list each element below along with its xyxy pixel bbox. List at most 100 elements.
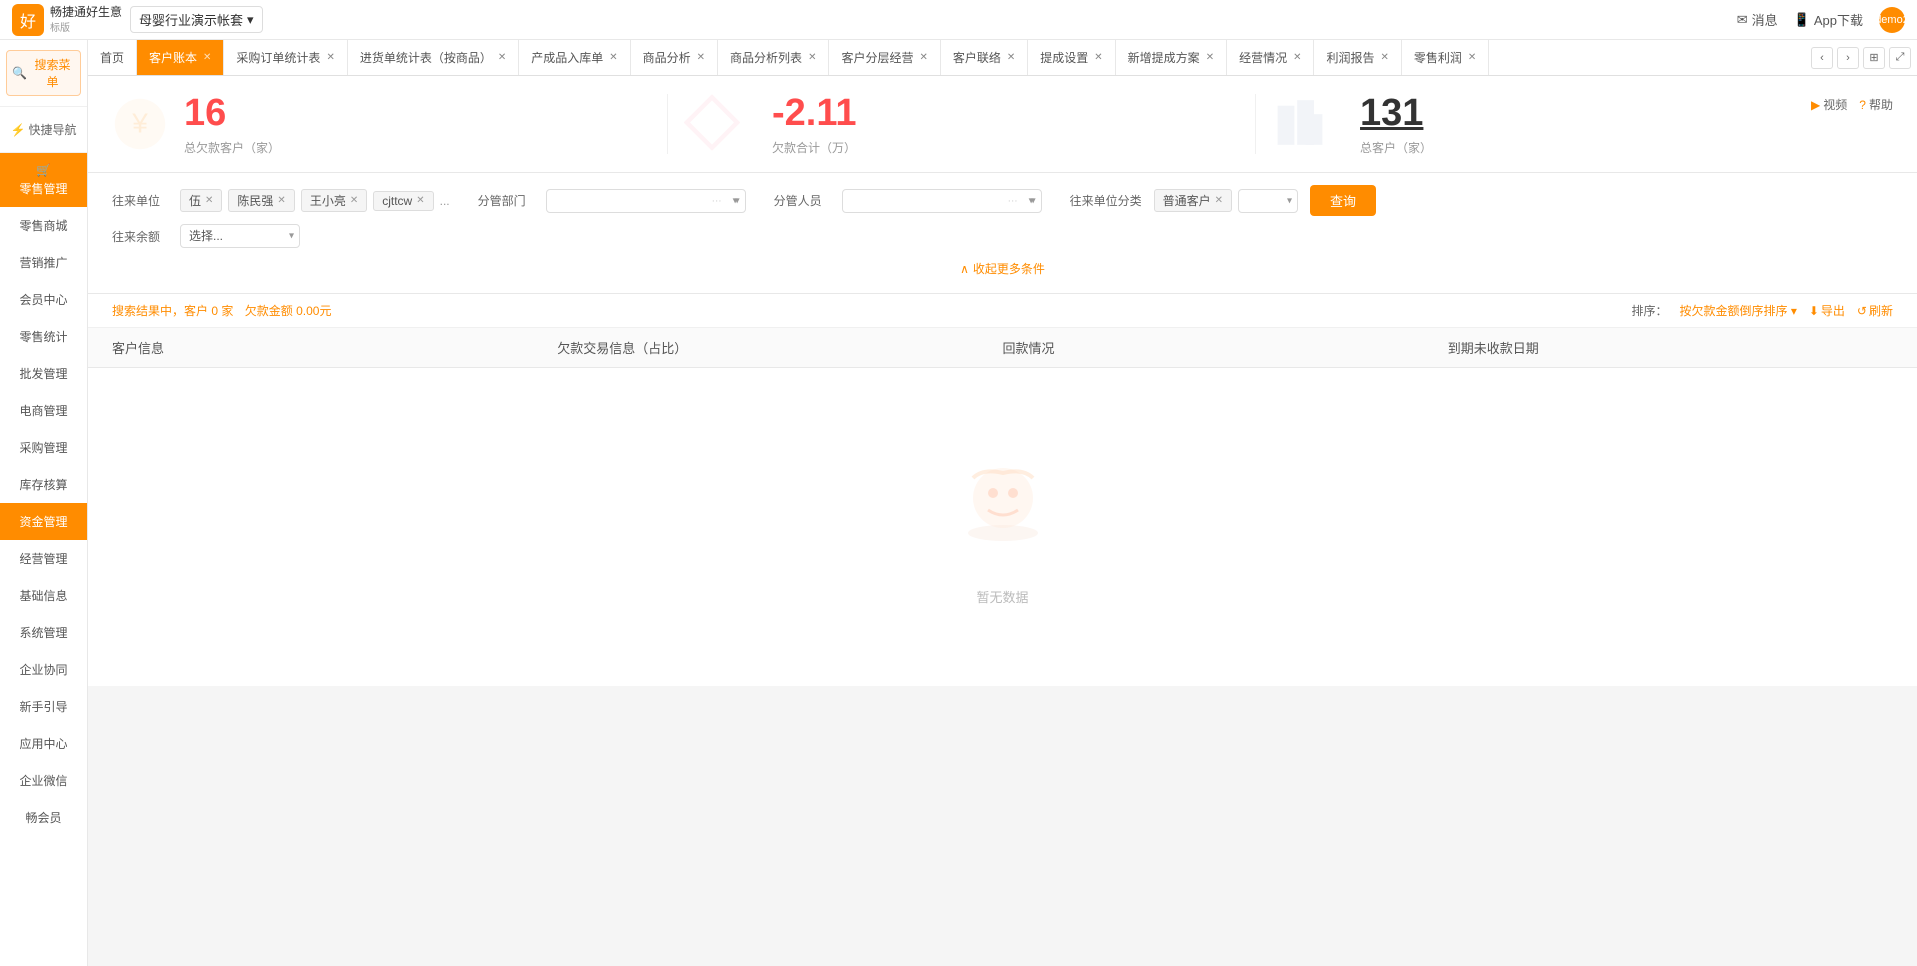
col-due-date: 到期未收款日期 [1448,338,1893,357]
stat3-value: 131 [1360,92,1432,135]
sidebar-item-retail-mgmt[interactable]: 🛒 零售管理 [0,153,87,207]
tab-product-analysis-list[interactable]: 商品分析列表 ✕ [718,40,829,76]
message-icon: ✉ [1737,12,1748,28]
tab-prev-btn[interactable]: ‹ [1811,47,1833,69]
dept-input[interactable] [546,189,746,213]
tab-production-inbound[interactable]: 产成品入库单 ✕ [519,40,630,76]
tab-close-analysis[interactable]: ✕ [697,52,705,63]
quick-nav-item[interactable]: ⚡ 快捷导航 [0,113,87,146]
tab-customer-segment[interactable]: 客户分层经营 ✕ [829,40,940,76]
sidebar-item-app-center[interactable]: 应用中心 [0,725,87,762]
content-area: 首页 客户账本 ✕ 采购订单统计表 ✕ 进货单统计表（按商品） ✕ 产成品入库单… [88,40,1917,966]
sidebar-item-purchase-mgmt[interactable]: 采购管理 [0,429,87,466]
logo-area: 好 畅捷通好生意 标版 [12,4,122,36]
filter-row-1: 往来单位 伍 ✕ 陈民强 ✕ 王小亮 ✕ [112,185,1893,216]
tab-customer-book[interactable]: 客户账本 ✕ [137,40,224,76]
tab-close-reminder[interactable]: ✕ [1094,52,1102,63]
stat1-bg-icon: ¥ [112,96,168,152]
tab-close-production[interactable]: ✕ [609,52,617,63]
filter-tag-wu: 伍 ✕ [180,189,222,212]
tag-close-wu[interactable]: ✕ [205,195,213,206]
tag-close-cjttcw[interactable]: ✕ [416,195,424,206]
tab-close-profit[interactable]: ✕ [1381,52,1389,63]
tab-product-analysis[interactable]: 商品分析 ✕ [631,40,718,76]
filter-tags: 伍 ✕ 陈民强 ✕ 王小亮 ✕ cjttcw ✕ [180,189,450,212]
quick-nav-icon: ⚡ [11,123,26,137]
col-customer-info: 客户信息 [112,338,557,357]
tab-close-analysis-list[interactable]: ✕ [808,52,816,63]
sidebar-item-vip-member[interactable]: 畅会员 [0,799,87,836]
logo-text: 畅捷通好生意 [50,5,122,19]
tab-close-contact[interactable]: ✕ [1007,52,1015,63]
sidebar-item-enterprise-wx[interactable]: 企业微信 [0,762,87,799]
stat1-label: 总欠款客户（家） [184,139,280,156]
sidebar-item-ops-mgmt[interactable]: 经营管理 [0,540,87,577]
tab-new-reminder[interactable]: 新增提成方案 ✕ [1116,40,1227,76]
tab-close-purchase[interactable]: ✕ [326,52,334,63]
sidebar-item-ecommerce[interactable]: 电商管理 [0,392,87,429]
tab-close-inbound[interactable]: ✕ [498,52,506,63]
col-repayment: 回款情况 [1003,338,1448,357]
tab-ops-situation[interactable]: 经营情况 ✕ [1227,40,1314,76]
help-area: ▶ 视频 ? 帮助 [1811,92,1893,113]
tab-close-customer-book[interactable]: ✕ [203,52,211,63]
tab-customer-contact[interactable]: 客户联络 ✕ [941,40,1028,76]
balance-select[interactable]: 选择... [180,224,300,248]
org-selector[interactable]: 母婴行业演示帐套 ▾ [130,6,263,33]
tab-expand-btn[interactable]: ⊞ [1863,47,1885,69]
tab-close-segment[interactable]: ✕ [919,52,927,63]
sidebar-item-wholesale-mgmt[interactable]: 批发管理 [0,355,87,392]
sidebar-item-sys-mgmt[interactable]: 系统管理 [0,614,87,651]
tab-close-ops[interactable]: ✕ [1293,52,1301,63]
tag-close-wang[interactable]: ✕ [350,195,358,206]
video-btn[interactable]: ▶ 视频 [1811,96,1847,113]
sidebar-item-inventory[interactable]: 库存核算 [0,466,87,503]
unit-type-tag-close[interactable]: ✕ [1215,195,1223,206]
avatar[interactable]: demo2 [1879,7,1905,33]
collapse-btn[interactable]: ∧ 收起更多条件 [960,256,1045,281]
sidebar-item-capital-mgmt[interactable]: 资金管理 [0,503,87,540]
tab-home[interactable]: 首页 [88,40,137,76]
manager-input[interactable] [842,189,1042,213]
sort-selector[interactable]: 按欠款金额倒序排序 ▾ [1679,302,1796,319]
filter-row-2: 往来余额 选择... [112,224,1893,248]
dept-filter-label: 分管部门 [478,192,534,209]
sidebar-item-basic-info[interactable]: 基础信息 [0,577,87,614]
download-icon: 📱 [1794,12,1810,28]
sidebar-item-new-guide[interactable]: 新手引导 [0,688,87,725]
result-count: 0 [211,304,218,318]
unit-filter-label: 往来单位 [112,192,168,209]
sidebar-item-marketing[interactable]: 营销推广 [0,244,87,281]
search-menu-btn[interactable]: 🔍 搜索菜单 [6,50,81,96]
tab-close-new-reminder[interactable]: ✕ [1206,52,1214,63]
app-download-btn[interactable]: 📱 App下载 [1794,10,1863,29]
refresh-btn[interactable]: ↺ 刷新 [1857,302,1893,319]
tab-fullscreen-btn[interactable]: ⤢ [1889,47,1911,69]
unit-type-select[interactable] [1238,189,1298,213]
stats-section: ¥ 16 总欠款客户（家） -2.11 欠款合计（万） [88,76,1917,173]
result-amount: 0.00元 [296,304,331,318]
svg-text:¥: ¥ [131,107,148,138]
tab-profit-report[interactable]: 利润报告 ✕ [1314,40,1401,76]
messages-btn[interactable]: ✉ 消息 [1737,10,1778,29]
filter-more-btn[interactable]: ... [440,194,450,208]
sidebar-item-retail-mall[interactable]: 零售商城 [0,207,87,244]
tab-reminder-settings[interactable]: 提成设置 ✕ [1028,40,1115,76]
tab-inbound-stats[interactable]: 进货单统计表（按商品） ✕ [348,40,519,76]
help-btn[interactable]: ? 帮助 [1859,96,1893,113]
query-button[interactable]: 查询 [1310,185,1376,216]
sidebar: 🔍 搜索菜单 ⚡ 快捷导航 🛒 零售管理 零售商城 营销推广 会员中心 零售统计 [0,40,88,966]
tab-next-btn[interactable]: › [1837,47,1859,69]
tab-close-retail-profit[interactable]: ✕ [1468,52,1476,63]
stat3-bg-icon [1272,95,1328,154]
search-result-bar: 搜索结果中，客户 0 家 欠款金额 0.00元 排序： 按欠款金额倒序排序 ▾ … [88,294,1917,328]
main-layout: 🔍 搜索菜单 ⚡ 快捷导航 🛒 零售管理 零售商城 营销推广 会员中心 零售统计 [0,40,1917,966]
col-debt-info: 欠款交易信息（占比） [557,338,1002,357]
tab-retail-profit[interactable]: 零售利润 ✕ [1402,40,1489,76]
tab-purchase-order-stats[interactable]: 采购订单统计表 ✕ [224,40,347,76]
sidebar-item-enterprise-coop[interactable]: 企业协同 [0,651,87,688]
sidebar-item-retail-stats[interactable]: 零售统计 [0,318,87,355]
tag-close-chen[interactable]: ✕ [277,195,285,206]
sidebar-item-member-center[interactable]: 会员中心 [0,281,87,318]
export-btn[interactable]: ⬇ 导出 [1809,302,1845,319]
